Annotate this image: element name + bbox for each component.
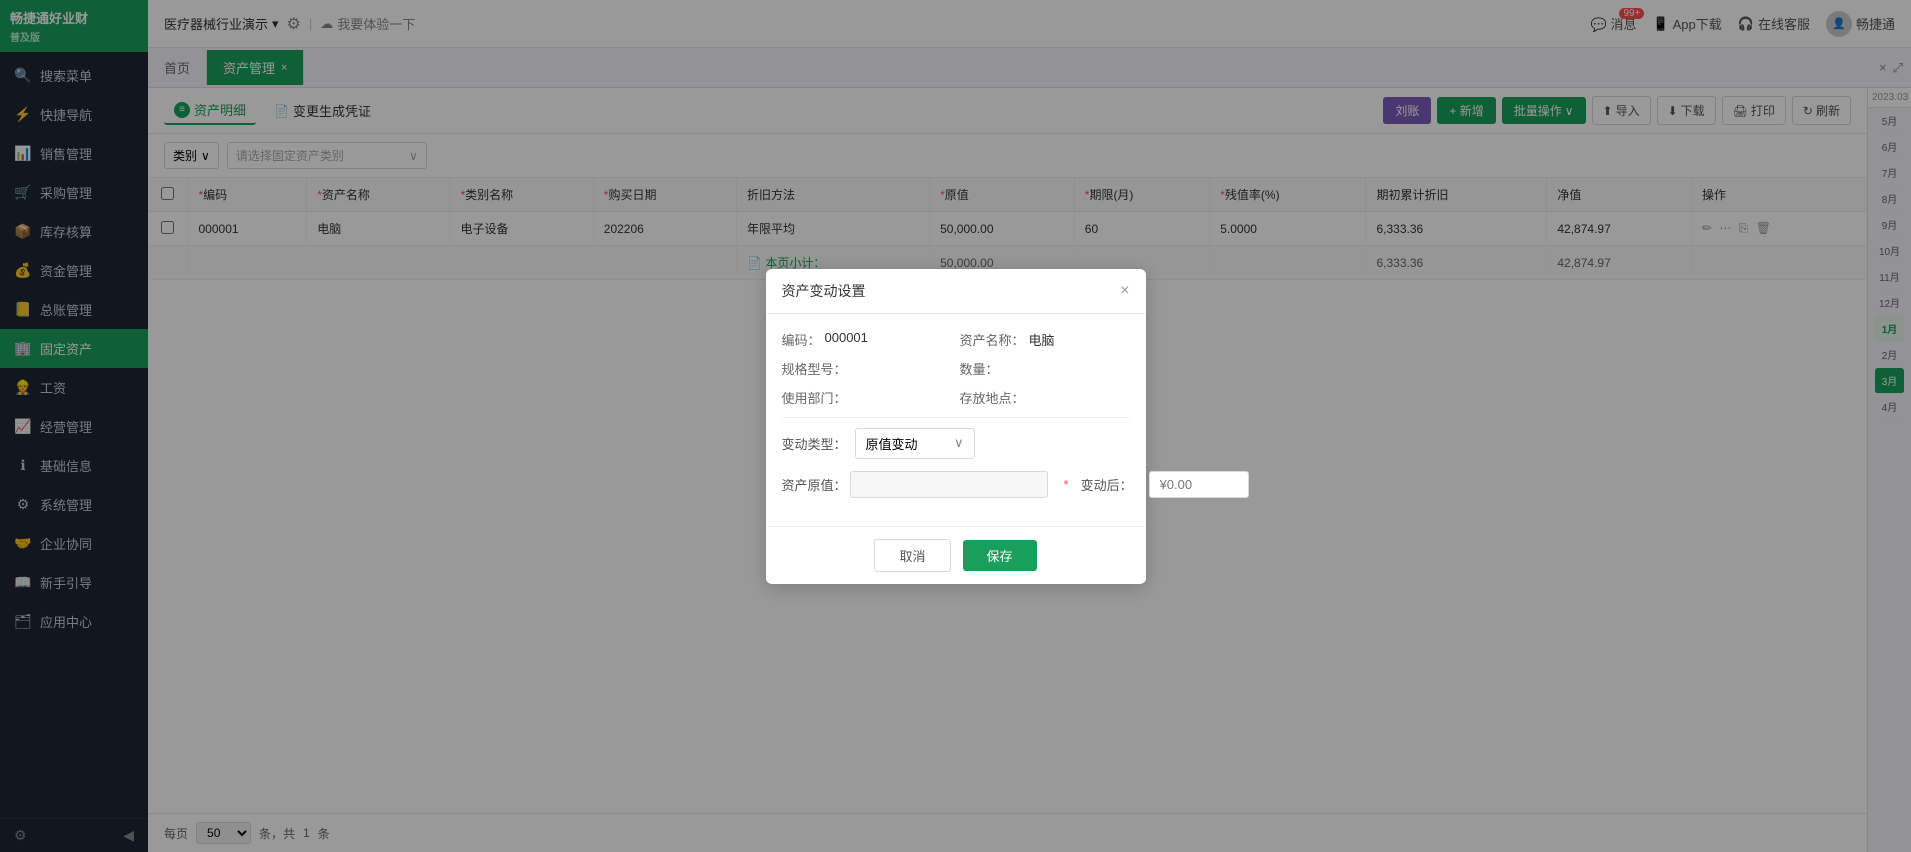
modal-footer: 取消 保存 bbox=[766, 526, 1146, 584]
modal-asset-name-label: 资产名称： bbox=[960, 330, 1025, 349]
modal-close-icon[interactable]: × bbox=[1120, 282, 1129, 300]
modal-info-row1: 编码： 000001 资产名称： 电脑 bbox=[782, 330, 1130, 349]
modal-change-type-label: 变动类型： bbox=[782, 434, 847, 453]
modal-body: 编码： 000001 资产名称： 电脑 规格型号： 数量： bbox=[766, 314, 1146, 526]
modal-quantity-label: 数量： bbox=[960, 359, 999, 378]
modal-location-item: 存放地点： bbox=[960, 388, 1130, 407]
modal-asset-name-value: 电脑 bbox=[1029, 330, 1055, 349]
modal-original-value-row: 资产原值： 50,000.00 * 变动后： bbox=[782, 471, 1130, 498]
modal-dept-label: 使用部门： bbox=[782, 388, 847, 407]
modal-spec-item: 规格型号： bbox=[782, 359, 952, 378]
modal-title: 资产变动设置 bbox=[782, 281, 866, 301]
modal-divider bbox=[782, 417, 1130, 418]
modal-change-type-arrow: ∨ bbox=[954, 435, 964, 451]
modal-code-item: 编码： 000001 bbox=[782, 330, 952, 349]
modal-change-type-row: 变动类型： 原值变动 ∨ bbox=[782, 428, 1130, 459]
modal-overlay: 资产变动设置 × 编码： 000001 资产名称： 电脑 规格型号： bbox=[0, 0, 1911, 852]
modal-code-value: 000001 bbox=[825, 330, 868, 349]
modal-quantity-item: 数量： bbox=[960, 359, 1130, 378]
modal-code-label: 编码： bbox=[782, 330, 821, 349]
modal-dept-item: 使用部门： bbox=[782, 388, 952, 407]
asset-change-modal: 资产变动设置 × 编码： 000001 资产名称： 电脑 规格型号： bbox=[766, 269, 1146, 584]
modal-info-row3: 使用部门： 存放地点： bbox=[782, 388, 1130, 407]
modal-spec-label: 规格型号： bbox=[782, 359, 847, 378]
btn-save[interactable]: 保存 bbox=[963, 540, 1037, 571]
modal-header: 资产变动设置 × bbox=[766, 269, 1146, 314]
modal-original-value-input[interactable]: 50,000.00 bbox=[850, 471, 1048, 498]
modal-change-type-select[interactable]: 原值变动 ∨ bbox=[855, 428, 975, 459]
modal-original-value-label: 资产原值： bbox=[782, 475, 842, 494]
modal-info-row2: 规格型号： 数量： bbox=[782, 359, 1130, 378]
modal-after-change-label: 变动后： bbox=[1081, 475, 1141, 494]
btn-cancel[interactable]: 取消 bbox=[874, 539, 950, 572]
modal-name-item: 资产名称： 电脑 bbox=[960, 330, 1130, 349]
modal-change-type-value: 原值变动 bbox=[866, 434, 918, 453]
modal-location-label: 存放地点： bbox=[960, 388, 1025, 407]
modal-after-change-input[interactable] bbox=[1149, 471, 1249, 498]
modal-required-star: * bbox=[1064, 477, 1069, 492]
